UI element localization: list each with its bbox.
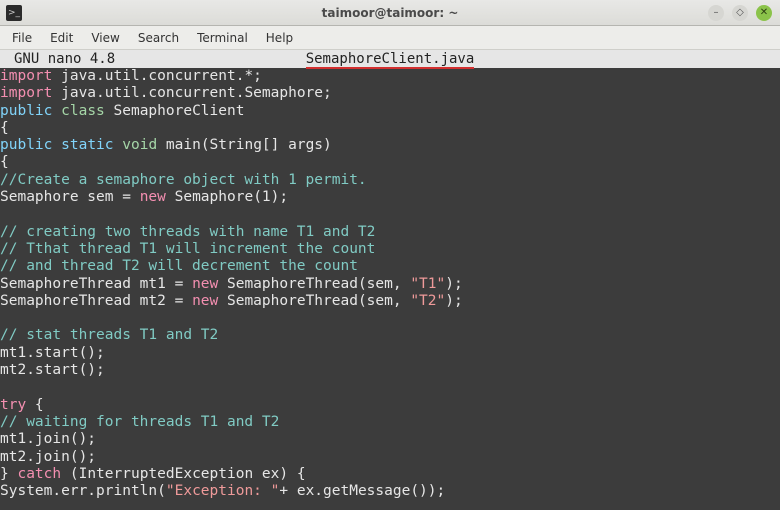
code-line bbox=[0, 310, 780, 327]
code-line: import java.util.concurrent.Semaphore; bbox=[0, 85, 780, 102]
code-line bbox=[0, 206, 780, 223]
code-line: public class SemaphoreClient bbox=[0, 103, 780, 120]
code-line: System.err.println("Exception: "+ ex.get… bbox=[0, 483, 780, 500]
minimize-button[interactable]: – bbox=[708, 5, 724, 21]
code-line: { bbox=[0, 154, 780, 171]
nano-header: GNU nano 4.8 SemaphoreClient.java bbox=[0, 50, 780, 68]
menu-edit[interactable]: Edit bbox=[42, 28, 81, 48]
code-line: // and thread T2 will decrement the coun… bbox=[0, 258, 780, 275]
window-titlebar: >_ taimoor@taimoor: ~ – ◇ ✕ bbox=[0, 0, 780, 26]
code-line: // stat threads T1 and T2 bbox=[0, 327, 780, 344]
window-title: taimoor@taimoor: ~ bbox=[0, 6, 780, 20]
editor-content[interactable]: import java.util.concurrent.*;import jav… bbox=[0, 68, 780, 510]
close-button[interactable]: ✕ bbox=[756, 5, 772, 21]
code-line: SemaphoreThread mt2 = new SemaphoreThrea… bbox=[0, 293, 780, 310]
code-line: // creating two threads with name T1 and… bbox=[0, 224, 780, 241]
code-line: public static void main(String[] args) bbox=[0, 137, 780, 154]
menu-help[interactable]: Help bbox=[258, 28, 301, 48]
code-line: SemaphoreThread mt1 = new SemaphoreThrea… bbox=[0, 276, 780, 293]
maximize-button[interactable]: ◇ bbox=[732, 5, 748, 21]
code-line: Semaphore sem = new Semaphore(1); bbox=[0, 189, 780, 206]
code-line: // Tthat thread T1 will increment the co… bbox=[0, 241, 780, 258]
code-line: mt1.join(); bbox=[0, 431, 780, 448]
code-line: // waiting for threads T1 and T2 bbox=[0, 414, 780, 431]
code-line: //Create a semaphore object with 1 permi… bbox=[0, 172, 780, 189]
terminal-app-icon: >_ bbox=[6, 5, 22, 21]
menu-terminal[interactable]: Terminal bbox=[189, 28, 256, 48]
code-line: try { bbox=[0, 397, 780, 414]
menu-search[interactable]: Search bbox=[130, 28, 187, 48]
code-line: mt2.start(); bbox=[0, 362, 780, 379]
menubar: File Edit View Search Terminal Help bbox=[0, 26, 780, 50]
code-line: import java.util.concurrent.*; bbox=[0, 68, 780, 85]
nano-filename: SemaphoreClient.java bbox=[0, 51, 780, 67]
window-controls: – ◇ ✕ bbox=[708, 5, 780, 21]
code-line: mt1.start(); bbox=[0, 345, 780, 362]
menu-file[interactable]: File bbox=[4, 28, 40, 48]
menu-view[interactable]: View bbox=[83, 28, 127, 48]
code-line: { bbox=[0, 120, 780, 137]
code-line: } catch (InterruptedException ex) { bbox=[0, 466, 780, 483]
code-line: mt2.join(); bbox=[0, 449, 780, 466]
code-line bbox=[0, 379, 780, 396]
nano-version: GNU nano 4.8 bbox=[0, 51, 115, 67]
